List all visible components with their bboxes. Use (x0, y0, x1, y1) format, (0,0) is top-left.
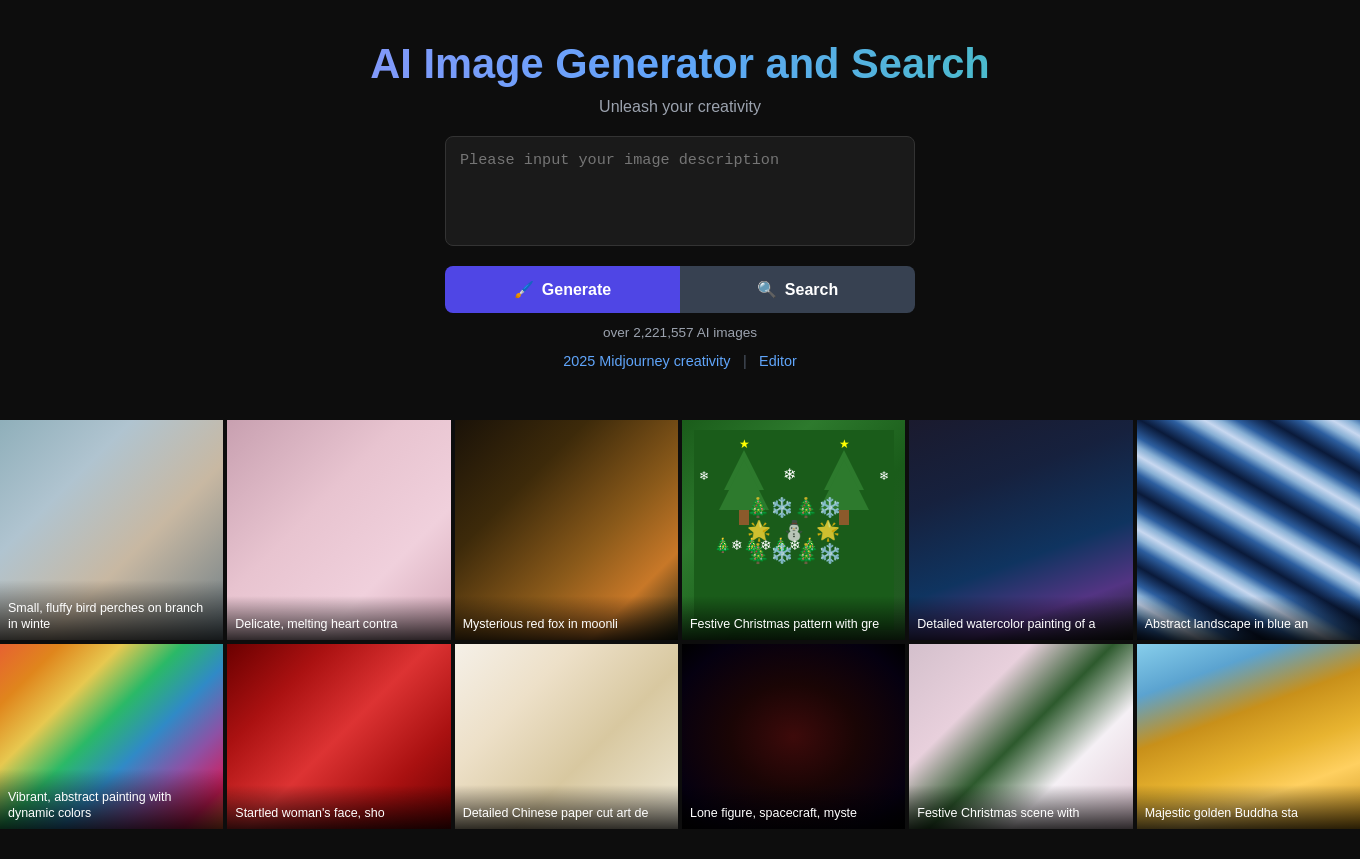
gallery-item-bird[interactable]: Small, fluffy bird perches on branch in … (0, 420, 223, 640)
svg-text:❄: ❄ (699, 469, 709, 483)
gallery-caption-robot: Detailed watercolor painting of a (909, 596, 1132, 640)
gallery-caption-christmas: Festive Christmas pattern with gre (682, 596, 905, 640)
gallery-item-fox[interactable]: Mysterious red fox in moonli (455, 420, 678, 640)
svg-text:★: ★ (838, 437, 849, 451)
prompt-textarea[interactable] (445, 136, 915, 246)
gallery-caption-colorful: Vibrant, abstract painting with dynamic … (0, 769, 223, 829)
gallery-item-heart[interactable]: Delicate, melting heart contra (227, 420, 450, 640)
gallery-row-1: Small, fluffy bird perches on branch in … (0, 420, 1360, 640)
generate-button[interactable]: 🖌️ Generate (445, 266, 680, 313)
svg-text:❄: ❄ (782, 466, 795, 483)
gallery-caption-chinese: Detailed Chinese paper cut art de (455, 785, 678, 829)
gallery-row-2: Vibrant, abstract painting with dynamic … (0, 644, 1360, 829)
gallery-item-dark-space[interactable]: Lone figure, spacecraft, myste (682, 644, 905, 829)
svg-text:🎄❄🎄❄🎄❄🎄: 🎄❄🎄❄🎄❄🎄 (714, 537, 819, 554)
svg-text:★: ★ (738, 437, 749, 451)
generate-label: Generate (542, 281, 611, 299)
image-gallery: Small, fluffy bird perches on branch in … (0, 420, 1360, 829)
svg-rect-3 (739, 510, 749, 525)
search-label: Search (785, 281, 838, 299)
page-subtitle: Unleash your creativity (20, 98, 1340, 116)
gallery-caption-bird: Small, fluffy bird perches on branch in … (0, 580, 223, 640)
gallery-caption-dark-space: Lone figure, spacecraft, myste (682, 785, 905, 829)
midjourney-link[interactable]: 2025 Midjourney creativity (563, 353, 730, 369)
footer-links: 2025 Midjourney creativity | Editor (20, 352, 1340, 370)
gallery-item-robot[interactable]: Detailed watercolor painting of a (909, 420, 1132, 640)
gallery-caption-buddha: Majestic golden Buddha sta (1137, 785, 1360, 829)
gallery-item-abstract-blue[interactable]: Abstract landscape in blue an (1137, 420, 1360, 640)
page-title: AI Image Generator and Search (20, 40, 1340, 88)
wand-icon: 🖌️ (514, 280, 534, 299)
svg-rect-6 (839, 510, 849, 525)
gallery-item-buddha[interactable]: Majestic golden Buddha sta (1137, 644, 1360, 829)
stats-text: over 2,221,557 AI images (20, 325, 1340, 340)
prompt-input-area (445, 136, 915, 250)
gallery-item-chinese[interactable]: Detailed Chinese paper cut art de (455, 644, 678, 829)
gallery-caption-heart: Delicate, melting heart contra (227, 596, 450, 640)
gallery-caption-abstract-blue: Abstract landscape in blue an (1137, 596, 1360, 640)
search-icon: 🔍 (757, 280, 777, 299)
gallery-item-scared[interactable]: Startled woman's face, sho (227, 644, 450, 829)
gallery-item-bell[interactable]: Festive Christmas scene with (909, 644, 1132, 829)
page-header: AI Image Generator and Search Unleash yo… (0, 0, 1360, 420)
gallery-caption-fox: Mysterious red fox in moonli (455, 596, 678, 640)
gallery-item-christmas[interactable]: ❄ ❄ ❄ ★ ★ 🎄❄🎄❄🎄❄🎄 Festive Christmas patt… (682, 420, 905, 640)
action-buttons: 🖌️ Generate 🔍 Search (445, 266, 915, 313)
search-button[interactable]: 🔍 Search (680, 266, 915, 313)
editor-link[interactable]: Editor (759, 353, 797, 369)
gallery-caption-bell: Festive Christmas scene with (909, 785, 1132, 829)
gallery-item-colorful[interactable]: Vibrant, abstract painting with dynamic … (0, 644, 223, 829)
link-divider: | (743, 353, 747, 369)
svg-text:❄: ❄ (879, 469, 889, 483)
gallery-caption-scared: Startled woman's face, sho (227, 785, 450, 829)
